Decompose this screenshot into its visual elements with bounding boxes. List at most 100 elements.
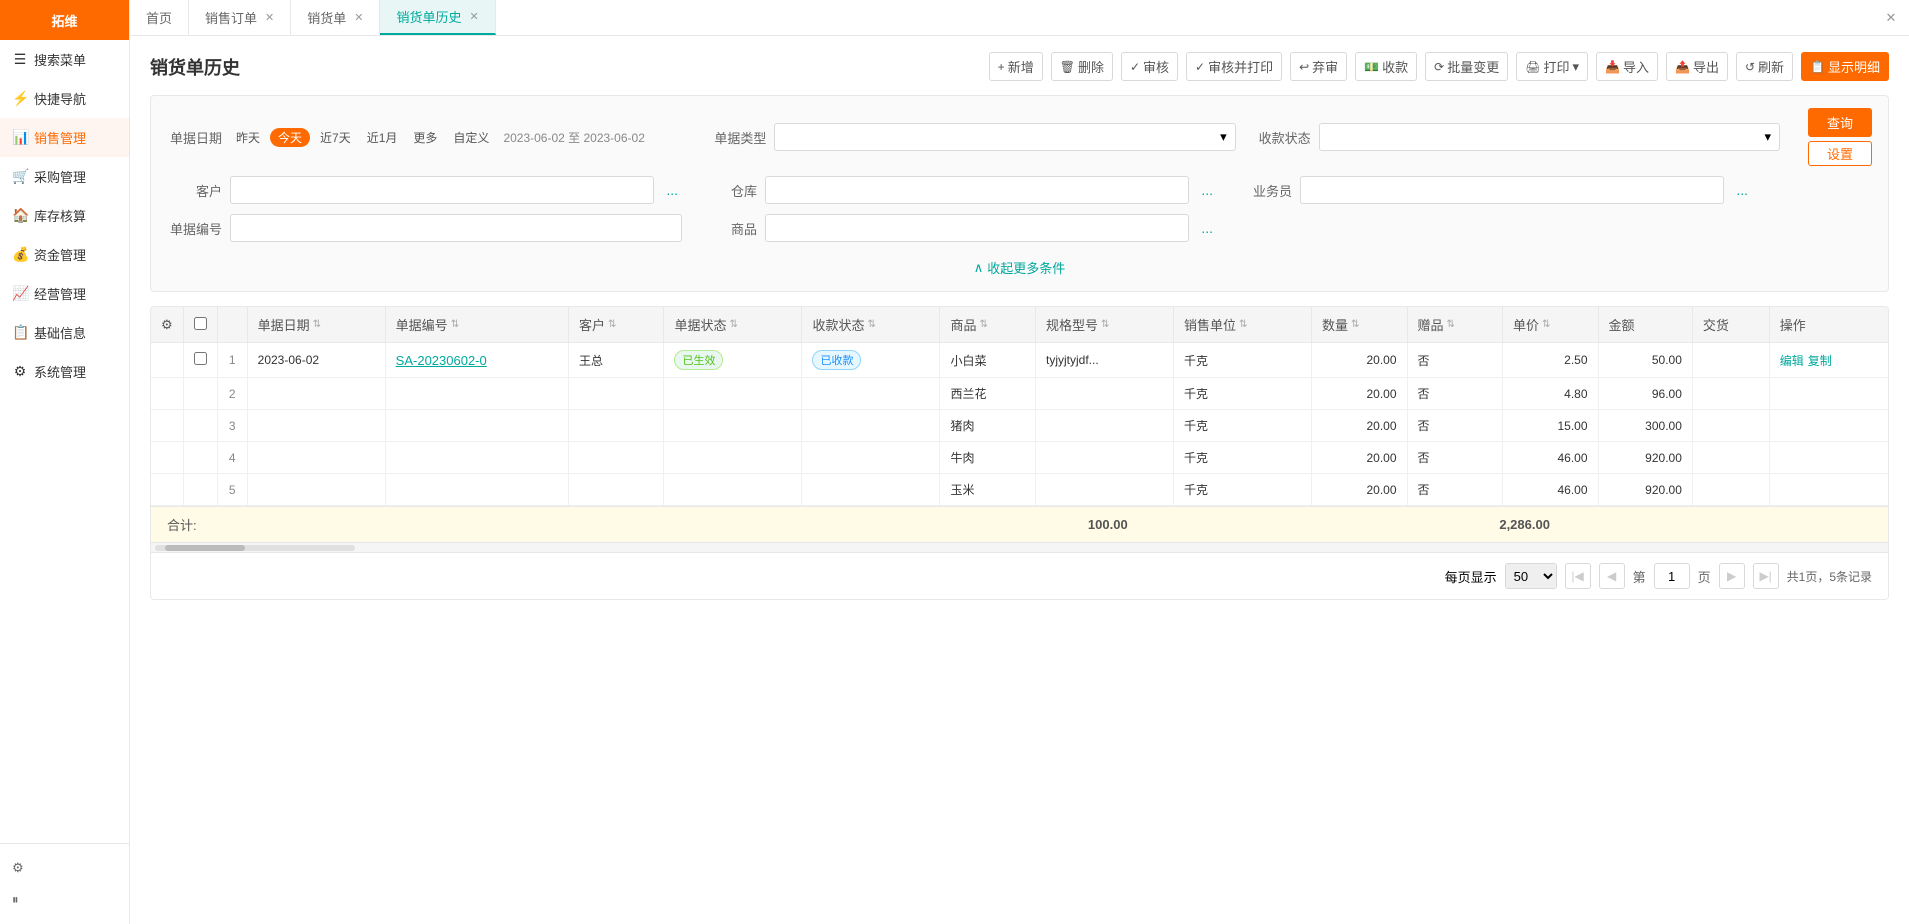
date-option-7days[interactable]: 近7天 [314, 128, 357, 147]
goods-input[interactable] [765, 214, 1189, 242]
collect-button[interactable]: 💵 收款 [1355, 52, 1417, 81]
sidebar-item-quick-nav[interactable]: ⚡ 快捷导航 [0, 79, 129, 118]
sidebar-item-label: 快捷导航 [34, 89, 86, 108]
customer-select-btn[interactable]: ... [662, 182, 682, 198]
sidebar-item-basic-info[interactable]: 📋 基础信息 [0, 313, 129, 352]
date-option-custom[interactable]: 自定义 [447, 128, 495, 147]
sort-goods-icon[interactable]: ⇅ [980, 319, 988, 330]
sidebar-item-sys-mgmt[interactable]: ⚙ 系统管理 [0, 352, 129, 391]
row-checkbox-1[interactable] [194, 352, 207, 365]
op-copy-1[interactable]: 复制 [1808, 352, 1832, 369]
prev-page-btn[interactable]: ◀ [1599, 563, 1625, 589]
tab-home[interactable]: 首页 [130, 0, 189, 35]
collect-icon: 💵 [1364, 60, 1379, 74]
purchase-mgmt-icon: 🛒 [12, 168, 28, 185]
th-customer: 客户 ⇅ [568, 307, 664, 343]
sort-customer-icon[interactable]: ⇅ [608, 319, 616, 330]
sidebar-item-search-menu[interactable]: ☰ 搜索菜单 [0, 40, 129, 79]
gear-icon[interactable]: ⚙ [161, 317, 173, 332]
last-page-btn[interactable]: ▶| [1753, 563, 1779, 589]
approve-print-button[interactable]: ✓ 审核并打印 [1186, 52, 1282, 81]
doc-no-input[interactable] [230, 214, 682, 242]
doc-no-link-1[interactable]: SA-20230602-0 [396, 353, 487, 368]
setting-button[interactable]: 设置 [1808, 141, 1872, 166]
refresh-button[interactable]: ↺ 刷新 [1736, 52, 1793, 81]
show-detail-button[interactable]: 📋 显示明细 [1801, 52, 1889, 81]
tab-sales-history[interactable]: 销货单历史 ✕ [380, 0, 495, 35]
date-option-today[interactable]: 今天 [270, 128, 310, 147]
warehouse-select-btn[interactable]: ... [1197, 182, 1217, 198]
date-option-1month[interactable]: 近1月 [361, 128, 404, 147]
toolbar: + 新增 🗑 删除 ✓ 审核 ✓ 审核并打印 [989, 52, 1889, 81]
sidebar-item-sales-mgmt[interactable]: 📊 销售管理 [0, 118, 129, 157]
sort-price-icon[interactable]: ⇅ [1542, 319, 1550, 330]
sys-mgmt-icon: ⚙ [12, 363, 28, 380]
page-size-select[interactable]: 50 100 200 [1505, 563, 1557, 589]
th-gift: 赠品 ⇅ [1407, 307, 1503, 343]
date-option-yesterday[interactable]: 昨天 [230, 128, 266, 147]
scrollbar-thumb[interactable] [165, 545, 245, 551]
sort-unit-icon[interactable]: ⇅ [1239, 319, 1247, 330]
query-button[interactable]: 查询 [1808, 108, 1872, 137]
sidebar-item-operation-mgmt[interactable]: 📈 经营管理 [0, 274, 129, 313]
th-spec: 规格型号 ⇅ [1035, 307, 1173, 343]
first-page-btn[interactable]: |◀ [1565, 563, 1591, 589]
td-rowno-1: 1 [217, 343, 247, 378]
window-close-btn[interactable]: ✕ [1873, 0, 1909, 35]
approve-button[interactable]: ✓ 审核 [1121, 52, 1178, 81]
select-all-checkbox[interactable] [194, 317, 207, 330]
sidebar-item-finance-mgmt[interactable]: 💰 资金管理 [0, 235, 129, 274]
horizontal-scrollbar[interactable] [151, 542, 1888, 552]
sort-doc-status-icon[interactable]: ⇅ [729, 319, 737, 330]
tab-sales-order[interactable]: 销售订单 ✕ [189, 0, 291, 35]
tab-sales-order-close[interactable]: ✕ [265, 11, 274, 24]
new-button[interactable]: + 新增 [989, 52, 1043, 81]
sales-person-select-btn[interactable]: ... [1732, 182, 1752, 198]
td-qty-5: 20.00 [1312, 474, 1408, 506]
abandon-button[interactable]: ↩ 弃审 [1290, 52, 1347, 81]
customer-input[interactable] [230, 176, 654, 204]
td-op-2 [1769, 378, 1888, 410]
print-button[interactable]: 🖨 打印 ▾ [1516, 52, 1588, 81]
export-icon: 📤 [1675, 60, 1690, 74]
sort-doc-no-icon[interactable]: ⇅ [451, 319, 459, 330]
warehouse-input[interactable] [765, 176, 1189, 204]
tab-home-label: 首页 [146, 8, 172, 27]
td-unit-2: 千克 [1174, 378, 1312, 410]
export-label: 导出 [1693, 57, 1719, 76]
customer-label: 客户 [167, 181, 222, 200]
sidebar-pause-btn[interactable]: ⏸ [0, 884, 129, 916]
td-spec-4 [1035, 442, 1173, 474]
next-page-btn[interactable]: ▶ [1719, 563, 1745, 589]
sales-person-input[interactable] [1300, 176, 1724, 204]
table-row: 2 西兰花 千克 20.00 否 4.80 96.0 [151, 378, 1888, 410]
date-option-more[interactable]: 更多 [407, 128, 443, 147]
sort-collect-status-icon[interactable]: ⇅ [867, 319, 875, 330]
collapse-filter-btn[interactable]: ∧ 收起更多条件 [167, 252, 1872, 279]
sidebar-item-purchase-mgmt[interactable]: 🛒 采购管理 [0, 157, 129, 196]
abandon-label: 弃审 [1312, 57, 1338, 76]
sort-spec-icon[interactable]: ⇅ [1101, 319, 1109, 330]
collect-status-select[interactable]: ▾ [1319, 123, 1780, 151]
sidebar-item-inventory-calc[interactable]: 🏠 库存核算 [0, 196, 129, 235]
export-button[interactable]: 📤 导出 [1666, 52, 1728, 81]
td-checkbox-3 [183, 410, 217, 442]
filter-area: 单据日期 昨天 今天 近7天 近1月 更多 自定义 2023-06-02 至 2… [150, 95, 1889, 292]
import-button[interactable]: 📥 导入 [1596, 52, 1658, 81]
goods-select-btn[interactable]: ... [1197, 220, 1217, 236]
sort-gift-icon[interactable]: ⇅ [1447, 319, 1455, 330]
tab-sales-delivery[interactable]: 销货单 ✕ [291, 0, 380, 35]
doc-type-select[interactable]: ▾ [774, 123, 1235, 151]
sidebar-settings-btn[interactable]: ⚙ [0, 852, 129, 884]
batch-change-button[interactable]: ⟳ 批量变更 [1425, 52, 1508, 81]
sort-doc-date-icon[interactable]: ⇅ [313, 319, 321, 330]
sidebar-item-label: 基础信息 [34, 323, 86, 342]
scrollbar-track [155, 545, 355, 551]
page-number-input[interactable] [1654, 563, 1690, 589]
delete-button[interactable]: 🗑 删除 [1051, 52, 1113, 81]
op-edit-1[interactable]: 编辑 [1780, 352, 1804, 369]
tab-sales-history-close[interactable]: ✕ [470, 10, 479, 23]
sort-qty-icon[interactable]: ⇅ [1351, 319, 1359, 330]
tab-sales-delivery-close[interactable]: ✕ [354, 11, 363, 24]
main-area: 首页 销售订单 ✕ 销货单 ✕ 销货单历史 ✕ ✕ 销货单历史 + [130, 0, 1909, 924]
